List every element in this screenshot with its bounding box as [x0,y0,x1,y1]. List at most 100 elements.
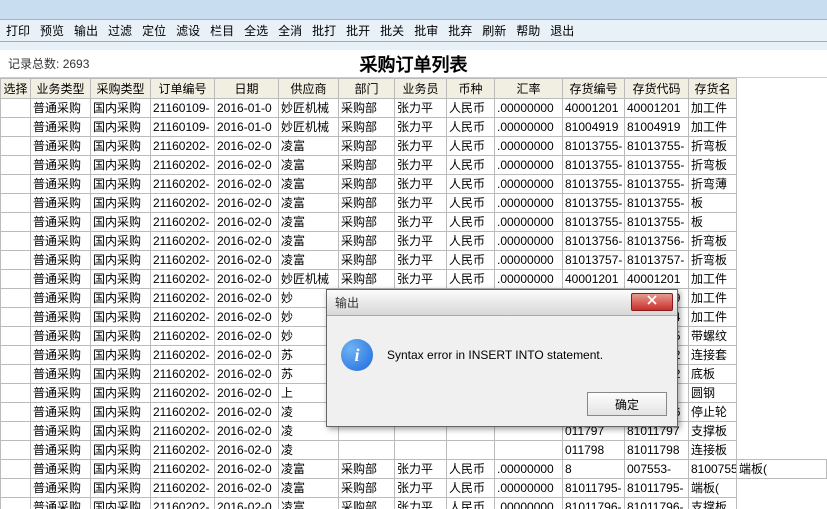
table-cell: 人民币 [447,175,495,194]
record-count-value: 2693 [63,57,90,71]
table-cell [395,441,447,460]
close-icon [647,295,657,305]
table-cell: 2016-02-0 [215,232,279,251]
menu-filter[interactable]: 过滤 [108,22,132,39]
table-cell: 国内采购 [91,251,151,270]
table-cell: 人民币 [447,194,495,213]
table-cell: 40001201 [563,99,625,118]
table-row[interactable]: 普通采购国内采购21160202-2016-02-0凌富采购部张力平人民币.00… [1,175,827,194]
table-cell [1,460,31,479]
table-cell: 国内采购 [91,441,151,460]
table-row[interactable]: 普通采购国内采购21160202-2016-02-0凌富采购部张力平人民币.00… [1,156,827,175]
table-row[interactable]: 普通采购国内采购21160202-2016-02-0凌富采购部张力平人民币.00… [1,498,827,509]
col-header[interactable]: 部门 [339,79,395,99]
table-cell: 加工件 [689,308,737,327]
table-cell: .00000000 [495,99,563,118]
table-row[interactable]: 普通采购国内采购21160202-2016-02-0凌富采购部张力平人民币.00… [1,251,827,270]
col-header[interactable]: 存货代码 [625,79,689,99]
table-cell: 人民币 [447,479,495,498]
menu-preview[interactable]: 预览 [40,22,64,39]
table-cell: 人民币 [447,270,495,289]
menu-refresh[interactable]: 刷新 [482,22,506,39]
menu-selectall[interactable]: 全选 [244,22,268,39]
table-cell: 普通采购 [31,460,91,479]
col-header[interactable]: 日期 [215,79,279,99]
table-row[interactable]: 普通采购国内采购21160202-2016-02-0凌富采购部张力平人民币.00… [1,460,827,479]
table-cell: 81011796- [563,498,625,509]
table-cell: 国内采购 [91,479,151,498]
col-header[interactable]: 业务类型 [31,79,91,99]
menu-help[interactable]: 帮助 [516,22,540,39]
menu-deselectall[interactable]: 全消 [278,22,302,39]
table-cell: 21160202- [151,175,215,194]
menu-batchabort[interactable]: 批弃 [448,22,472,39]
table-row[interactable]: 普通采购国内采购21160109-2016-01-0妙匠机械采购部张力平人民币.… [1,118,827,137]
table-cell: 2016-02-0 [215,289,279,308]
col-header[interactable]: 汇率 [495,79,563,99]
table-cell: 停止轮 [689,403,737,422]
table-row[interactable]: 普通采购国内采购21160202-2016-02-0凌富采购部张力平人民币.00… [1,137,827,156]
menu-print[interactable]: 打印 [6,22,30,39]
table-cell: 加工件 [689,270,737,289]
table-cell: 妙匠机械 [279,118,339,137]
table-cell: 张力平 [395,232,447,251]
table-cell [1,422,31,441]
col-header[interactable]: 供应商 [279,79,339,99]
menu-columns[interactable]: 栏目 [210,22,234,39]
table-cell: 8 [563,460,625,479]
col-header[interactable]: 存货编号 [563,79,625,99]
col-header[interactable]: 订单编号 [151,79,215,99]
table-cell: 凌富 [279,232,339,251]
menu-batchaudit[interactable]: 批审 [414,22,438,39]
table-cell: 张力平 [395,270,447,289]
table-row[interactable]: 普通采购国内采购21160202-2016-02-0凌0117988101179… [1,441,827,460]
table-cell: 81004919 [563,118,625,137]
table-row[interactable]: 普通采购国内采购21160202-2016-02-0凌富采购部张力平人民币.00… [1,479,827,498]
table-cell: 采购部 [339,194,395,213]
table-row[interactable]: 普通采购国内采购21160202-2016-02-0凌富采购部张力平人民币.00… [1,213,827,232]
table-cell [339,441,395,460]
table-cell: 2016-02-0 [215,441,279,460]
dialog-footer: 确定 [327,386,677,426]
table-cell: 81007553- [689,460,737,479]
dialog-ok-button[interactable]: 确定 [587,392,667,416]
table-cell: 普通采购 [31,99,91,118]
dialog-title: 输出 [331,294,359,311]
menu-filterset[interactable]: 滤设 [176,22,200,39]
table-cell: 国内采购 [91,99,151,118]
menu-batchprint[interactable]: 批打 [312,22,336,39]
col-header[interactable]: 采购类型 [91,79,151,99]
table-cell: 21160202- [151,213,215,232]
menu-exit[interactable]: 退出 [550,22,574,39]
table-cell: 加工件 [689,99,737,118]
table-row[interactable]: 普通采购国内采购21160109-2016-01-0妙匠机械采购部张力平人民币.… [1,99,827,118]
table-cell: 底板 [689,365,737,384]
col-header[interactable]: 选择 [1,79,31,99]
table-row[interactable]: 普通采购国内采购21160202-2016-02-0凌富采购部张力平人民币.00… [1,232,827,251]
table-cell: 普通采购 [31,194,91,213]
table-cell: 2016-02-0 [215,365,279,384]
table-cell: 普通采购 [31,213,91,232]
menu-export[interactable]: 输出 [74,22,98,39]
table-row[interactable]: 普通采购国内采购21160202-2016-02-0凌富采购部张力平人民币.00… [1,194,827,213]
table-cell: 普通采购 [31,175,91,194]
col-header[interactable]: 币种 [447,79,495,99]
table-cell [1,175,31,194]
dialog-close-button[interactable] [631,293,673,311]
table-cell: 折弯板 [689,156,737,175]
table-cell: 81013755- [563,194,625,213]
table-cell: 国内采购 [91,365,151,384]
table-header-row: 选择业务类型采购类型订单编号日期供应商部门业务员币种汇率存货编号存货代码存货名 [1,79,827,99]
table-row[interactable]: 普通采购国内采购21160202-2016-02-0妙匠机械采购部张力平人民币.… [1,270,827,289]
table-cell: .00000000 [495,175,563,194]
table-cell: 21160202- [151,156,215,175]
menu-locate[interactable]: 定位 [142,22,166,39]
table-cell: 21160202- [151,251,215,270]
col-header[interactable]: 存货名 [689,79,737,99]
table-cell: 国内采购 [91,270,151,289]
table-cell: 人民币 [447,118,495,137]
col-header[interactable]: 业务员 [395,79,447,99]
dialog-titlebar[interactable]: 输出 [327,290,677,316]
menu-batchclose[interactable]: 批关 [380,22,404,39]
menu-batchopen[interactable]: 批开 [346,22,370,39]
